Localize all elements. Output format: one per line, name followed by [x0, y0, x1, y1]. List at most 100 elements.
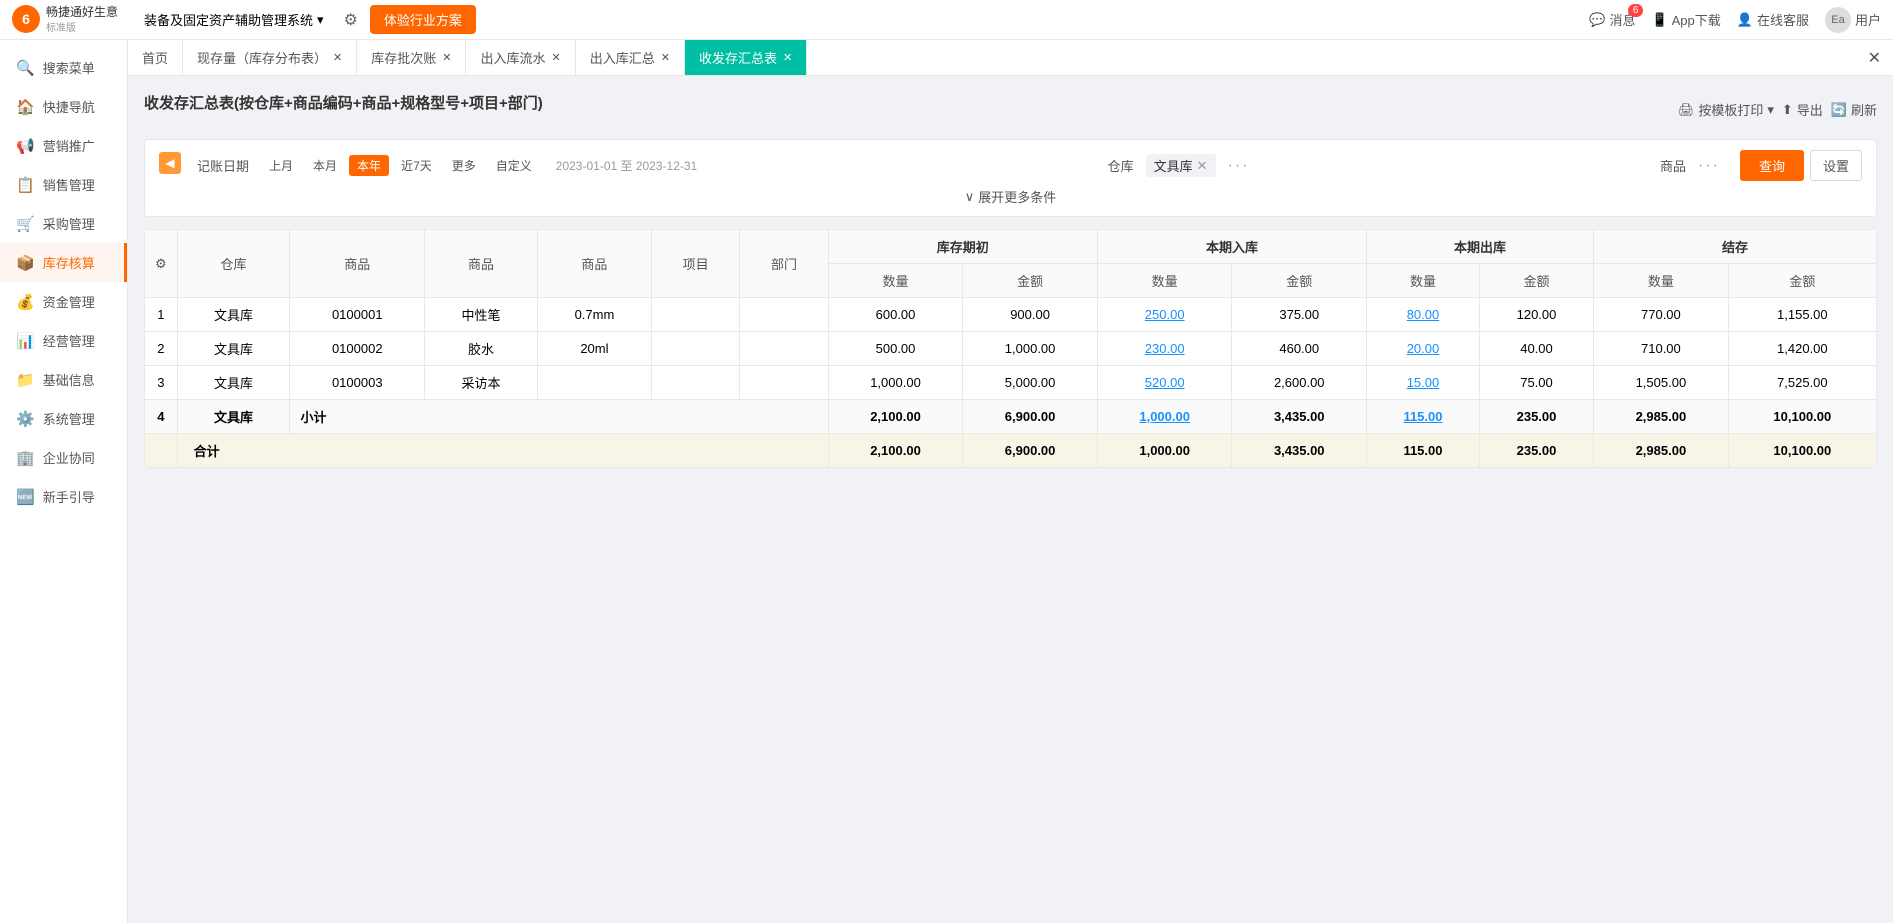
row-bal-qty: 1,505.00	[1594, 366, 1729, 400]
tab-receive-send[interactable]: 收发存汇总表 ✕	[685, 40, 807, 76]
th-bal-qty: 数量	[1594, 264, 1729, 298]
sidebar-item-finance[interactable]: 💰 资金管理	[0, 282, 127, 321]
row-open-qty: 500.00	[828, 332, 963, 366]
sidebar-label-inventory: 库存核算	[43, 253, 95, 272]
tab-close-batch[interactable]: ✕	[442, 51, 451, 64]
sub-in-amt: 3,435.00	[1232, 400, 1367, 434]
date-btn-custom[interactable]: 自定义	[488, 155, 540, 176]
setting-button[interactable]: 设置	[1810, 150, 1862, 181]
sidebar-item-base[interactable]: 📁 基础信息	[0, 360, 127, 399]
tab-close-summary[interactable]: ✕	[661, 51, 670, 64]
date-btn-more[interactable]: 更多	[444, 155, 484, 176]
system-icon: ⚙️	[16, 410, 35, 428]
avatar: Ea	[1825, 7, 1851, 33]
tab-stock-dist[interactable]: 现存量（库存分布表） ✕	[183, 40, 357, 76]
row-in-qty[interactable]: 520.00	[1097, 366, 1232, 400]
sidebar-item-marketing[interactable]: 📢 营销推广	[0, 126, 127, 165]
filter-collapse-btn[interactable]: ◀	[159, 152, 181, 174]
total-bal-amt: 10,100.00	[1728, 434, 1876, 468]
warehouse-selected-value: 文具库	[1154, 156, 1193, 175]
warehouse-dots[interactable]: ···	[1228, 157, 1250, 175]
close-all-tabs-button[interactable]: ✕	[1856, 48, 1893, 68]
tab-batch-label: 库存批次账	[371, 48, 436, 67]
tab-close-flow[interactable]: ✕	[552, 51, 561, 64]
date-btn-this-year[interactable]: 本年	[349, 155, 389, 176]
total-empty-1	[145, 434, 178, 468]
date-filter-label: 记账日期	[197, 156, 249, 175]
user-item[interactable]: Ea 用户	[1825, 7, 1881, 33]
th-group-open: 库存期初	[828, 230, 1097, 264]
row-open-amt: 5,000.00	[963, 366, 1098, 400]
top-bar: 6 畅捷通好生意 标准版 装备及固定资产辅助管理系统 ▾ ⚙ 体验行业方案 💬 …	[0, 0, 1893, 40]
row-out-qty[interactable]: 20.00	[1367, 332, 1480, 366]
data-table: ⚙ 仓库 商品 商品 商品 项目 部门 库存期初 本期入库 本期出库 结存	[144, 229, 1877, 468]
tab-batch[interactable]: 库存批次账 ✕	[357, 40, 466, 76]
tab-stock-dist-label: 现存量（库存分布表）	[197, 48, 327, 67]
row-warehouse: 文具库	[177, 332, 290, 366]
sidebar-label-corp: 企业协同	[43, 448, 95, 467]
sidebar-item-purchase[interactable]: 🛒 采购管理	[0, 204, 127, 243]
row-dept	[740, 332, 828, 366]
system-name-dropdown[interactable]: 装备及固定资产辅助管理系统 ▾	[144, 10, 324, 29]
message-item[interactable]: 💬 消息 6	[1589, 10, 1635, 29]
tab-close-receive-send[interactable]: ✕	[783, 51, 792, 64]
total-bal-qty: 2,985.00	[1594, 434, 1729, 468]
query-button[interactable]: 查询	[1740, 150, 1804, 181]
row-no: 2	[145, 332, 178, 366]
row-out-qty[interactable]: 80.00	[1367, 298, 1480, 332]
trial-button[interactable]: 体验行业方案	[370, 5, 476, 34]
sidebar-item-search[interactable]: 🔍 搜索菜单	[0, 48, 127, 87]
online-service-item[interactable]: 👤 在线客服	[1737, 10, 1809, 29]
sidebar-item-inventory[interactable]: 📦 库存核算	[0, 243, 127, 282]
tab-home[interactable]: 首页	[128, 40, 183, 76]
search-icon: 🔍	[16, 59, 35, 77]
inventory-icon: 📦	[16, 254, 35, 272]
print-btn[interactable]: 🖨 按模板打印 ▾	[1678, 100, 1774, 119]
print-label: 按模板打印	[1698, 100, 1763, 119]
refresh-btn[interactable]: 🔄 刷新	[1831, 100, 1877, 119]
sidebar-label-quick: 快捷导航	[43, 97, 95, 116]
corp-icon: 🏢	[16, 449, 35, 467]
row-project	[652, 366, 740, 400]
sub-out-qty[interactable]: 115.00	[1367, 400, 1480, 434]
expand-conditions-btn[interactable]: ∨ 展开更多条件	[159, 187, 1862, 206]
app-sub: 标准版	[46, 19, 118, 34]
row-spec: 0.7mm	[537, 298, 651, 332]
home-icon: 🏠	[16, 98, 35, 116]
goods-dots[interactable]: ···	[1698, 157, 1720, 175]
row-bal-amt: 1,155.00	[1728, 298, 1876, 332]
sidebar-item-quick[interactable]: 🏠 快捷导航	[0, 87, 127, 126]
export-icon: ⬆	[1782, 102, 1793, 118]
row-in-qty[interactable]: 230.00	[1097, 332, 1232, 366]
th-settings[interactable]: ⚙	[145, 230, 178, 298]
total-open-amt: 6,900.00	[963, 434, 1098, 468]
sidebar-item-operation[interactable]: 📊 经营管理	[0, 321, 127, 360]
row-warehouse: 文具库	[177, 366, 290, 400]
tab-close-stock-dist[interactable]: ✕	[333, 51, 342, 64]
tab-flow[interactable]: 出入库流水 ✕	[466, 40, 575, 76]
th-name: 商品	[425, 230, 538, 298]
th-group-out: 本期出库	[1367, 230, 1594, 264]
sidebar-item-guide[interactable]: 🆕 新手引导	[0, 477, 127, 516]
row-open-amt: 1,000.00	[963, 332, 1098, 366]
row-out-amt: 120.00	[1479, 298, 1593, 332]
row-out-qty[interactable]: 15.00	[1367, 366, 1480, 400]
date-btn-this-month[interactable]: 本月	[305, 155, 345, 176]
sidebar-item-system[interactable]: ⚙️ 系统管理	[0, 399, 127, 438]
app-download-item[interactable]: 📱 App下载	[1651, 10, 1720, 29]
sidebar-item-sales[interactable]: 📋 销售管理	[0, 165, 127, 204]
table-settings-icon: ⚙	[155, 256, 167, 271]
total-out-amt: 235.00	[1479, 434, 1593, 468]
date-btn-7days[interactable]: 近7天	[393, 155, 440, 176]
export-btn[interactable]: ⬆ 导出	[1782, 100, 1823, 119]
th-in-amt: 金额	[1232, 264, 1367, 298]
row-in-qty[interactable]: 250.00	[1097, 298, 1232, 332]
sidebar-item-corp[interactable]: 🏢 企业协同	[0, 438, 127, 477]
tab-summary[interactable]: 出入库汇总 ✕	[576, 40, 685, 76]
date-btn-last-month[interactable]: 上月	[261, 155, 301, 176]
filter-row-date: 记账日期 上月 本月 本年 近7天 更多 自定义 2023-01-01 至 20…	[197, 150, 1862, 181]
warehouse-remove-btn[interactable]: ✕	[1197, 158, 1208, 174]
row-name: 中性笔	[425, 298, 538, 332]
gear-icon[interactable]: ⚙	[344, 10, 358, 30]
sub-in-qty[interactable]: 1,000.00	[1097, 400, 1232, 434]
